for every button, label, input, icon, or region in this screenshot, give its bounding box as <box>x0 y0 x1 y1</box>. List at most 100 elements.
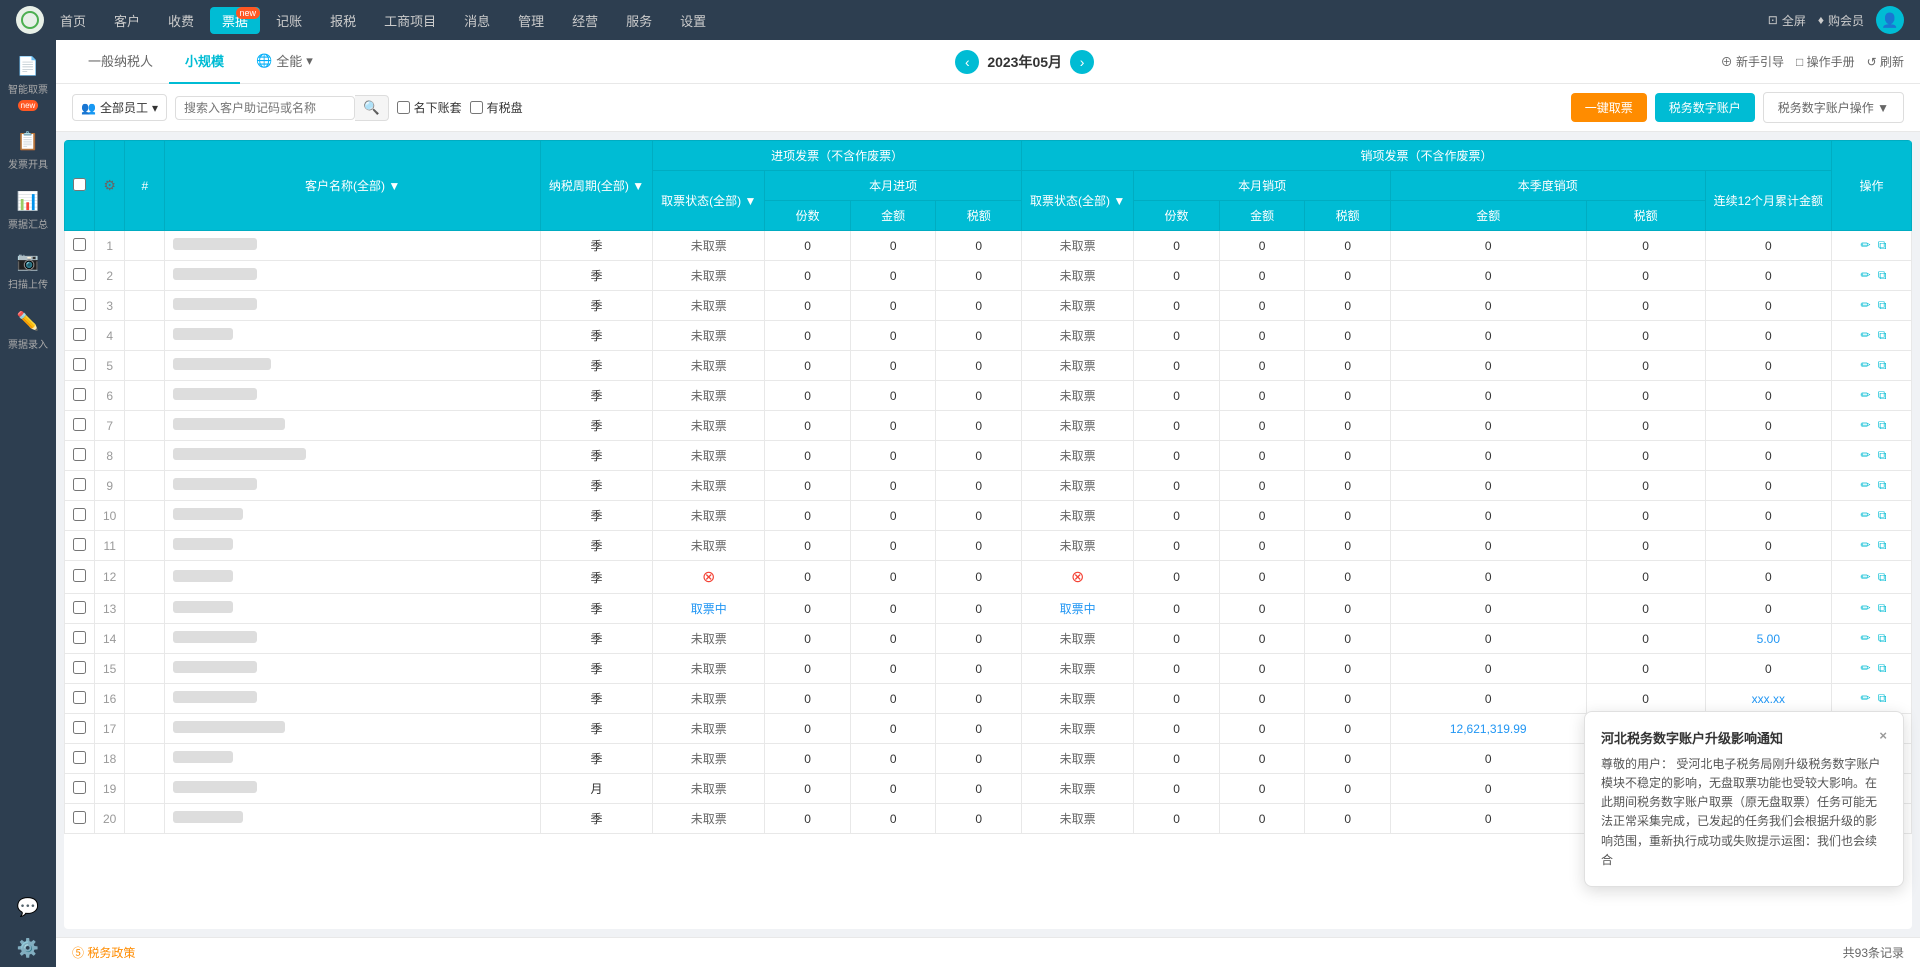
tab-small-scale[interactable]: 小规模 <box>169 40 240 84</box>
tab-all-capable[interactable]: 🌐 全能 ▾ <box>240 40 329 84</box>
under-account-checkbox[interactable]: 名下账套 <box>397 99 462 116</box>
row-checkbox[interactable] <box>65 531 95 561</box>
nav-settings[interactable]: 设置 <box>668 7 718 34</box>
row-checkbox[interactable] <box>65 804 95 834</box>
copy-icon[interactable]: ⧉ <box>1878 328 1887 342</box>
row-checkbox[interactable] <box>65 351 95 381</box>
tax-digital-account-button[interactable]: 税务数字账户 <box>1655 93 1755 122</box>
edit-icon[interactable]: ✏ <box>1861 601 1871 615</box>
row-customer-name[interactable] <box>165 441 541 471</box>
edit-icon[interactable]: ✏ <box>1861 328 1871 342</box>
sidebar-item-config[interactable]: ⚙️ <box>0 930 56 967</box>
row-checkbox[interactable] <box>65 624 95 654</box>
tab-general-taxpayer[interactable]: 一般纳税人 <box>72 40 169 84</box>
search-input[interactable] <box>175 96 355 120</box>
new-guide-link[interactable]: ⊕ 新手引导 <box>1721 53 1784 70</box>
row-checkbox[interactable] <box>65 441 95 471</box>
row-checkbox[interactable] <box>65 774 95 804</box>
select-all-checkbox[interactable] <box>73 178 86 191</box>
tax-policy-link[interactable]: ⑤ 税务政策 <box>72 944 135 961</box>
copy-icon[interactable]: ⧉ <box>1878 661 1887 675</box>
edit-icon[interactable]: ✏ <box>1861 358 1871 372</box>
row-customer-name[interactable] <box>165 501 541 531</box>
row-customer-name[interactable] <box>165 351 541 381</box>
row-customer-name[interactable] <box>165 744 541 774</box>
copy-icon[interactable]: ⧉ <box>1878 418 1887 432</box>
nav-service[interactable]: 服务 <box>614 7 664 34</box>
sidebar-item-invoice-entry[interactable]: ✏️ 票据录入 <box>0 303 56 359</box>
col-out-fetch-status-header[interactable]: 取票状态(全部) ▼ <box>1022 171 1134 231</box>
row-customer-name[interactable] <box>165 261 541 291</box>
refresh-button[interactable]: ↺ 刷新 <box>1867 53 1904 70</box>
copy-icon[interactable]: ⧉ <box>1878 538 1887 552</box>
row-checkbox[interactable] <box>65 291 95 321</box>
row-checkbox[interactable] <box>65 261 95 291</box>
has-taxpad-input[interactable] <box>470 101 483 114</box>
row-checkbox[interactable] <box>65 411 95 441</box>
row-customer-name[interactable] <box>165 684 541 714</box>
row-customer-name[interactable] <box>165 321 541 351</box>
user-avatar[interactable]: 👤 <box>1876 6 1904 34</box>
copy-icon[interactable]: ⧉ <box>1878 448 1887 462</box>
nav-customer[interactable]: 客户 <box>102 7 152 34</box>
sidebar-item-invoice-summary[interactable]: 📊 票据汇总 <box>0 183 56 239</box>
edit-icon[interactable]: ✏ <box>1861 268 1871 282</box>
nav-accounting[interactable]: 记账 <box>264 7 314 34</box>
copy-icon[interactable]: ⧉ <box>1878 238 1887 252</box>
nav-tax[interactable]: 报税 <box>318 7 368 34</box>
edit-icon[interactable]: ✏ <box>1861 478 1871 492</box>
fullscreen-button[interactable]: ⊡ 全屏 <box>1768 12 1806 29</box>
row-customer-name[interactable] <box>165 594 541 624</box>
sidebar-item-smart-fetch[interactable]: 📄 智能取票 new <box>0 48 56 119</box>
row-checkbox[interactable] <box>65 231 95 261</box>
row-customer-name[interactable] <box>165 774 541 804</box>
row-checkbox[interactable] <box>65 381 95 411</box>
row-customer-name[interactable] <box>165 291 541 321</box>
col-customer-header[interactable]: 客户名称(全部) ▼ <box>165 141 541 231</box>
row-customer-name[interactable] <box>165 471 541 501</box>
row-customer-name[interactable] <box>165 231 541 261</box>
copy-icon[interactable]: ⧉ <box>1878 691 1887 705</box>
notification-close-button[interactable]: × <box>1879 728 1887 747</box>
edit-icon[interactable]: ✏ <box>1861 631 1871 645</box>
copy-icon[interactable]: ⧉ <box>1878 508 1887 522</box>
row-customer-name[interactable] <box>165 804 541 834</box>
row-checkbox[interactable] <box>65 321 95 351</box>
sidebar-item-invoice-open[interactable]: 📋 发票开具 <box>0 123 56 179</box>
edit-icon[interactable]: ✏ <box>1861 448 1871 462</box>
row-checkbox[interactable] <box>65 471 95 501</box>
row-checkbox[interactable] <box>65 714 95 744</box>
row-checkbox[interactable] <box>65 594 95 624</box>
manual-link[interactable]: □ 操作手册 <box>1796 53 1855 70</box>
employee-select[interactable]: 👥 全部员工 ▾ <box>72 94 167 121</box>
nav-message[interactable]: 消息 <box>452 7 502 34</box>
edit-icon[interactable]: ✏ <box>1861 388 1871 402</box>
column-settings-icon[interactable]: ⚙ <box>103 177 116 193</box>
nav-home[interactable]: 首页 <box>48 7 98 34</box>
nav-manage[interactable]: 管理 <box>506 7 556 34</box>
row-customer-name[interactable] <box>165 624 541 654</box>
row-customer-name[interactable] <box>165 411 541 441</box>
row-customer-name[interactable] <box>165 381 541 411</box>
row-customer-name[interactable] <box>165 561 541 594</box>
edit-icon[interactable]: ✏ <box>1861 570 1871 584</box>
row-customer-name[interactable] <box>165 714 541 744</box>
prev-month-button[interactable]: ‹ <box>955 50 979 74</box>
sidebar-item-chat[interactable]: 💬 <box>0 889 56 926</box>
copy-icon[interactable]: ⧉ <box>1878 570 1887 584</box>
copy-icon[interactable]: ⧉ <box>1878 268 1887 282</box>
edit-icon[interactable]: ✏ <box>1861 508 1871 522</box>
row-checkbox[interactable] <box>65 684 95 714</box>
row-customer-name[interactable] <box>165 531 541 561</box>
nav-operation[interactable]: 经营 <box>560 7 610 34</box>
next-month-button[interactable]: › <box>1070 50 1094 74</box>
row-checkbox[interactable] <box>65 654 95 684</box>
row-customer-name[interactable] <box>165 654 541 684</box>
copy-icon[interactable]: ⧉ <box>1878 631 1887 645</box>
edit-icon[interactable]: ✏ <box>1861 661 1871 675</box>
copy-icon[interactable]: ⧉ <box>1878 358 1887 372</box>
edit-icon[interactable]: ✏ <box>1861 538 1871 552</box>
under-account-input[interactable] <box>397 101 410 114</box>
edit-icon[interactable]: ✏ <box>1861 418 1871 432</box>
has-taxpad-checkbox[interactable]: 有税盘 <box>470 99 523 116</box>
